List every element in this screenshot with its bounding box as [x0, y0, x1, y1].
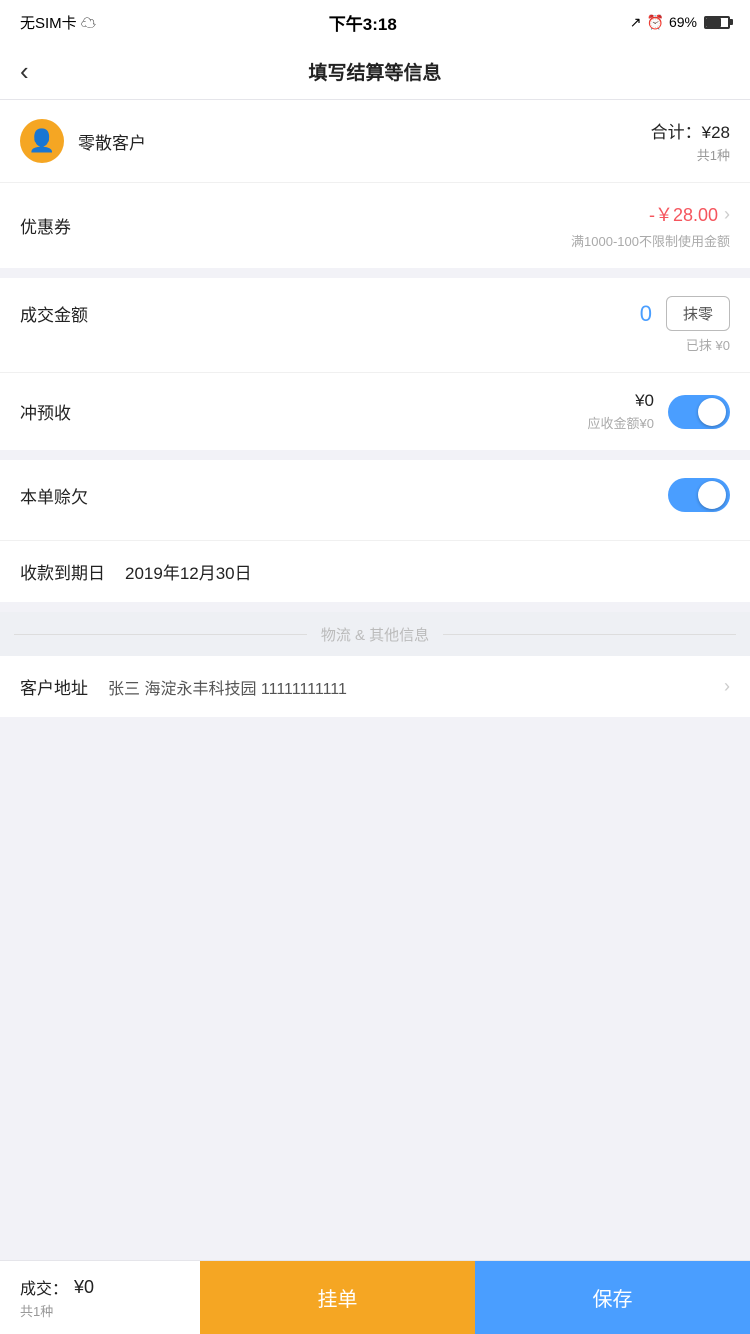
- customer-total: 合计：¥28: [651, 118, 730, 143]
- bottom-count: 共1种: [20, 1301, 180, 1320]
- customer-count: 共1种: [651, 145, 730, 164]
- prereceive-row: 冲预收 ¥0 应收金额¥0: [0, 372, 750, 450]
- prereceive-sub-amount: 应收金额¥0: [588, 413, 654, 432]
- battery-percent: 69%: [669, 14, 697, 30]
- coupon-right-inner: -￥28.00 ›: [649, 201, 730, 227]
- bottom-info: 成交： ¥0 共1种: [0, 1275, 200, 1320]
- deal-right: 0 抹零: [640, 296, 730, 331]
- bottom-bar: 成交： ¥0 共1种 挂单 保存: [0, 1260, 750, 1334]
- empty-area: [0, 727, 750, 997]
- deal-sub-text: 已抹 ¥0: [20, 335, 730, 354]
- bottom-buttons: 挂单 保存: [200, 1261, 750, 1334]
- debt-toggle-circle: [698, 481, 726, 509]
- prereceive-right: ¥0 应收金额¥0: [588, 391, 730, 432]
- address-value: 张三 海淀永丰科技园 11111111111: [108, 675, 724, 699]
- bottom-deal-label: 成交：: [20, 1275, 68, 1299]
- divider-line-left: [14, 634, 307, 635]
- customer-left: 👤 零散客户: [20, 119, 146, 163]
- coupon-amount: -￥28.00: [649, 201, 718, 227]
- prereceive-toggle[interactable]: [668, 395, 730, 429]
- prereceive-label: 冲预收: [20, 399, 71, 424]
- customer-row: 👤 零散客户 合计：¥28 共1种: [0, 100, 750, 182]
- save-button[interactable]: 保存: [475, 1261, 750, 1334]
- customer-section: 👤 零散客户 合计：¥28 共1种 优惠券 -￥28.00 › 满1000-10…: [0, 100, 750, 268]
- bottom-deal-row: 成交： ¥0: [20, 1275, 180, 1299]
- battery-icon: [704, 16, 730, 29]
- address-section: 客户地址 张三 海淀永丰科技园 11111111111 ›: [0, 656, 750, 717]
- toggle-circle: [698, 398, 726, 426]
- sim-status: 无SIM卡 ☁: [20, 12, 96, 33]
- coupon-right: -￥28.00 › 满1000-100不限制使用金额: [571, 201, 730, 250]
- divider-line-right: [443, 634, 736, 635]
- debt-label: 本单赊欠: [20, 483, 88, 508]
- coupon-label: 优惠券: [20, 213, 71, 238]
- customer-right: 合计：¥28 共1种: [651, 118, 730, 164]
- status-left: 无SIM卡 ☁: [20, 12, 96, 33]
- coupon-row[interactable]: 优惠券 -￥28.00 › 满1000-100不限制使用金额: [0, 182, 750, 268]
- due-date-label: 收款到期日: [20, 559, 105, 584]
- nav-bar: ‹ 填写结算等信息: [0, 44, 750, 100]
- bottom-deal-value: ¥0: [74, 1277, 94, 1298]
- location-icon: ↗: [630, 14, 642, 31]
- debt-row: 本单赊欠: [0, 460, 750, 530]
- due-date-value: 2019年12月30日: [125, 559, 252, 584]
- status-bar: 无SIM卡 ☁ 下午3:18 ↗ ⏰ 69%: [0, 0, 750, 44]
- logistics-label: 物流 & 其他信息: [321, 624, 429, 645]
- due-date-row: 收款到期日 2019年12月30日: [0, 540, 750, 602]
- round-zero-button[interactable]: 抹零: [666, 296, 730, 331]
- back-button[interactable]: ‹: [20, 56, 29, 87]
- status-right: ↗ ⏰ 69%: [630, 14, 730, 31]
- page-title: 填写结算等信息: [308, 58, 441, 85]
- prereceive-main-amount: ¥0: [588, 391, 654, 411]
- coupon-desc: 满1000-100不限制使用金额: [571, 231, 730, 250]
- deal-row: 成交金额 0 抹零: [20, 296, 730, 331]
- customer-name: 零散客户: [78, 129, 146, 154]
- deal-section: 成交金额 0 抹零 已抹 ¥0 冲预收 ¥0 应收金额¥0: [0, 278, 750, 450]
- deal-label: 成交金额: [20, 301, 88, 326]
- logistics-divider: 物流 & 其他信息: [0, 612, 750, 656]
- address-label: 客户地址: [20, 674, 88, 699]
- debt-toggle[interactable]: [668, 478, 730, 512]
- prereceive-amounts: ¥0 应收金额¥0: [588, 391, 654, 432]
- hold-order-button[interactable]: 挂单: [200, 1261, 475, 1334]
- coupon-chevron-icon: ›: [724, 204, 730, 225]
- avatar-icon: 👤: [28, 128, 55, 154]
- deal-amount-row: 成交金额 0 抹零 已抹 ¥0: [0, 278, 750, 372]
- customer-avatar: 👤: [20, 119, 64, 163]
- address-chevron-icon: ›: [724, 676, 730, 697]
- status-time: 下午3:18: [329, 10, 397, 35]
- address-row[interactable]: 客户地址 张三 海淀永丰科技园 11111111111 ›: [0, 656, 750, 717]
- deal-value: 0: [640, 301, 652, 327]
- alarm-icon: ⏰: [647, 14, 664, 31]
- debt-section: 本单赊欠 收款到期日 2019年12月30日: [0, 460, 750, 602]
